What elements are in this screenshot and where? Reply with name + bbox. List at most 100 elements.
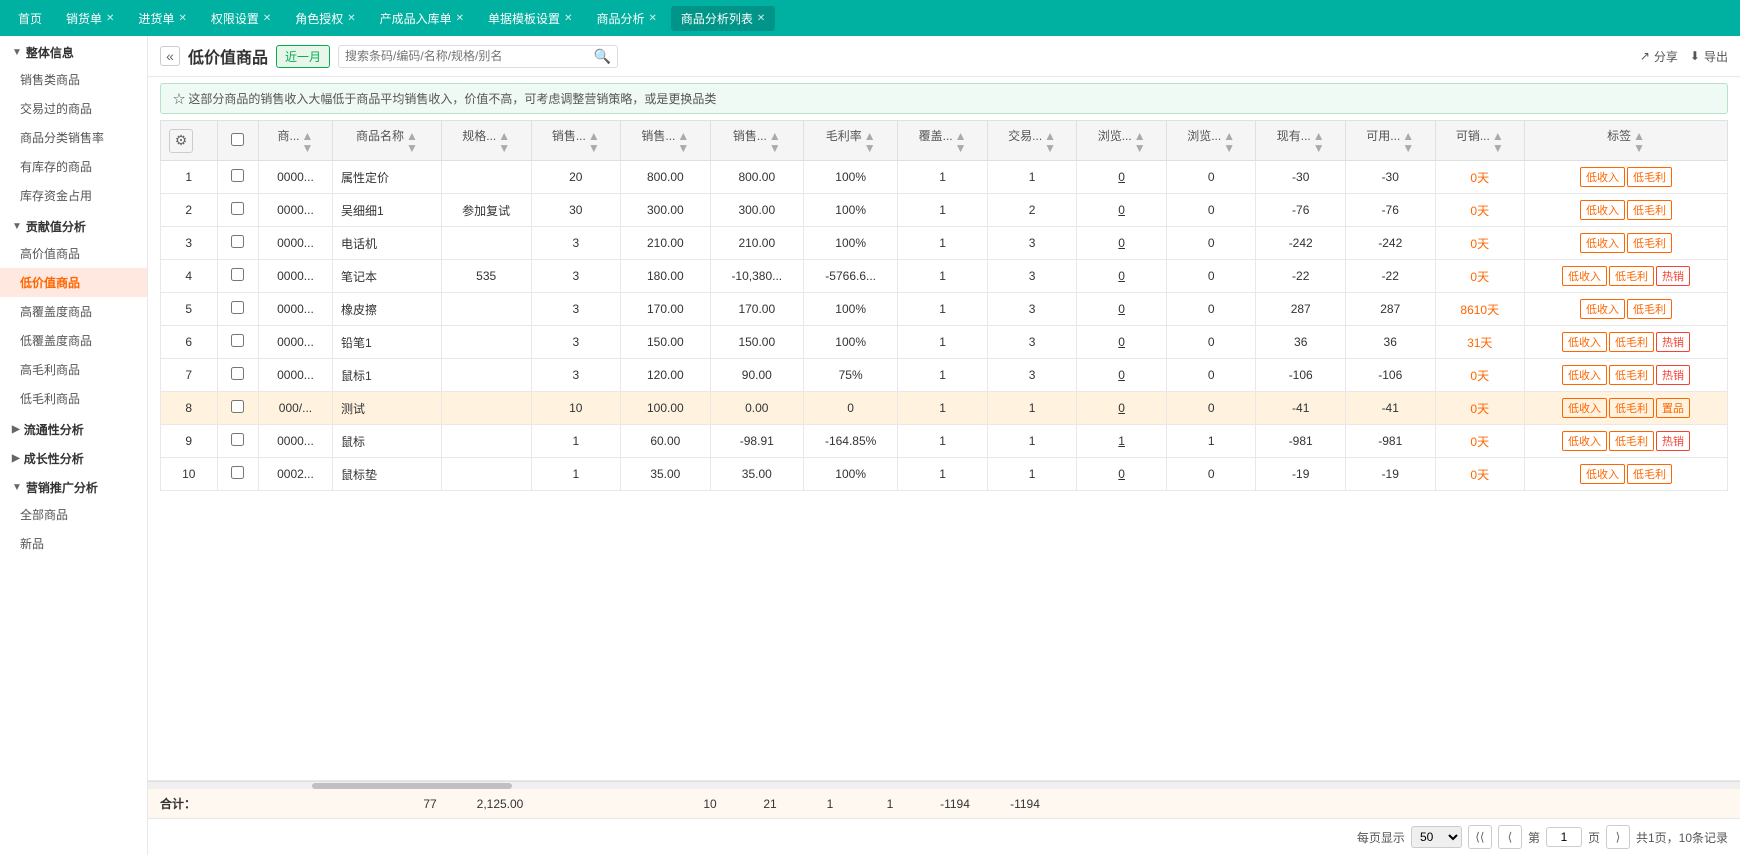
sidebar-item-high-value[interactable]: 高价值商品 — [0, 239, 147, 268]
col-sale-amount[interactable]: 销售...▲▼ — [710, 121, 803, 161]
row-view1[interactable]: 0 — [1077, 194, 1167, 227]
prev-page-button[interactable]: ⟨ — [1498, 825, 1522, 849]
col-transaction[interactable]: 交易...▲▼ — [987, 121, 1077, 161]
horizontal-scrollbar[interactable] — [148, 781, 1740, 789]
row-view1[interactable]: 0 — [1077, 359, 1167, 392]
row-checkbox-cell[interactable] — [217, 425, 258, 458]
row-view1[interactable]: 1 — [1077, 425, 1167, 458]
per-page-select[interactable]: 50 100 200 — [1411, 826, 1462, 848]
period-button[interactable]: 近一月 — [276, 45, 330, 68]
col-gross-margin[interactable]: 毛利率▲▼ — [803, 121, 897, 161]
nav-permission[interactable]: 权限设置 ✕ — [201, 6, 281, 31]
sidebar-item-sales-products[interactable]: 销售类商品 — [0, 65, 147, 94]
row-checkbox-cell[interactable] — [217, 458, 258, 491]
sidebar-item-category-sales-rate[interactable]: 商品分类销售率 — [0, 123, 147, 152]
scrollbar-thumb[interactable] — [312, 783, 512, 789]
col-sale-price[interactable]: 销售...▲▼ — [621, 121, 711, 161]
col-gear[interactable]: ⚙ — [161, 121, 218, 161]
col-view2[interactable]: 浏览...▲▼ — [1166, 121, 1256, 161]
share-button[interactable]: ↗ 分享 — [1640, 48, 1678, 65]
sidebar-group-growth[interactable]: ▶ 成长性分析 — [0, 442, 147, 471]
row-checkbox[interactable] — [231, 334, 244, 347]
sidebar-item-low-margin[interactable]: 低毛利商品 — [0, 384, 147, 413]
collapse-sidebar-button[interactable]: « — [160, 46, 180, 66]
col-tags[interactable]: 标签▲▼ — [1525, 121, 1728, 161]
close-icon[interactable]: ✕ — [106, 13, 114, 24]
row-checkbox[interactable] — [231, 202, 244, 215]
sidebar-item-high-margin[interactable]: 高毛利商品 — [0, 355, 147, 384]
nav-template-settings[interactable]: 单据模板设置 ✕ — [478, 6, 582, 31]
export-button[interactable]: ⬇ 导出 — [1690, 48, 1728, 65]
sidebar-item-stock-capital[interactable]: 库存资金占用 — [0, 181, 147, 210]
col-code[interactable]: 商...▲▼ — [258, 121, 332, 161]
next-page-button[interactable]: ⟩ — [1606, 825, 1630, 849]
nav-product-analysis[interactable]: 商品分析 ✕ — [586, 6, 666, 31]
row-view1[interactable]: 0 — [1077, 161, 1167, 194]
col-spec[interactable]: 规格...▲▼ — [441, 121, 531, 161]
row-checkbox-cell[interactable] — [217, 194, 258, 227]
row-checkbox[interactable] — [231, 400, 244, 413]
row-checkbox[interactable] — [231, 433, 244, 446]
close-icon[interactable]: ✕ — [757, 13, 765, 24]
close-icon[interactable]: ✕ — [648, 13, 656, 24]
search-input[interactable] — [345, 49, 590, 63]
row-checkbox[interactable] — [231, 367, 244, 380]
row-view1[interactable]: 0 — [1077, 392, 1167, 425]
row-tags: 低收入低毛利 — [1525, 227, 1728, 260]
col-view1[interactable]: 浏览...▲▼ — [1077, 121, 1167, 161]
col-saleable[interactable]: 可销...▲▼ — [1435, 121, 1525, 161]
row-view1[interactable]: 0 — [1077, 326, 1167, 359]
totals-row: 合计： 77 2,125.00 10 21 1 1 -1194 -1194 — [148, 789, 1740, 819]
nav-home[interactable]: 首页 — [8, 6, 52, 31]
close-icon[interactable]: ✕ — [263, 13, 271, 24]
row-checkbox-cell[interactable] — [217, 293, 258, 326]
nav-product-stock[interactable]: 产成品入库单 ✕ — [370, 6, 474, 31]
col-checkbox[interactable] — [217, 121, 258, 161]
row-checkbox-cell[interactable] — [217, 260, 258, 293]
sidebar-group-overview[interactable]: ▼ 整体信息 — [0, 36, 147, 65]
row-checkbox[interactable] — [231, 268, 244, 281]
row-checkbox-cell[interactable] — [217, 359, 258, 392]
row-view1[interactable]: 0 — [1077, 227, 1167, 260]
row-checkbox[interactable] — [231, 301, 244, 314]
total-available: -1194 — [990, 797, 1060, 811]
row-checkbox[interactable] — [231, 466, 244, 479]
sidebar-item-all-products[interactable]: 全部商品 — [0, 500, 147, 529]
col-current-stock[interactable]: 现有...▲▼ — [1256, 121, 1346, 161]
page-number-input[interactable] — [1546, 827, 1582, 847]
nav-purchase-order[interactable]: 进货单 ✕ — [128, 6, 196, 31]
row-checkbox-cell[interactable] — [217, 161, 258, 194]
row-view1[interactable]: 0 — [1077, 260, 1167, 293]
sidebar-item-low-value[interactable]: 低价值商品 — [0, 268, 147, 297]
nav-role-auth[interactable]: 角色授权 ✕ — [285, 6, 365, 31]
sidebar-item-low-coverage[interactable]: 低覆盖度商品 — [0, 326, 147, 355]
row-view1[interactable]: 0 — [1077, 293, 1167, 326]
col-available[interactable]: 可用...▲▼ — [1345, 121, 1435, 161]
nav-product-analysis-list[interactable]: 商品分析列表 ✕ — [671, 6, 775, 31]
col-sale-qty[interactable]: 销售...▲▼ — [531, 121, 621, 161]
close-icon[interactable]: ✕ — [564, 13, 572, 24]
close-icon[interactable]: ✕ — [456, 13, 464, 24]
close-icon[interactable]: ✕ — [347, 13, 355, 24]
search-icon[interactable]: 🔍 — [594, 48, 611, 65]
row-checkbox[interactable] — [231, 169, 244, 182]
col-coverage[interactable]: 覆盖...▲▼ — [898, 121, 988, 161]
nav-sales-order[interactable]: 销货单 ✕ — [56, 6, 124, 31]
sidebar-group-circulation[interactable]: ▶ 流通性分析 — [0, 413, 147, 442]
select-all-checkbox[interactable] — [231, 133, 244, 146]
first-page-button[interactable]: ⟨⟨ — [1468, 825, 1492, 849]
row-checkbox-cell[interactable] — [217, 392, 258, 425]
sidebar-item-stocked-products[interactable]: 有库存的商品 — [0, 152, 147, 181]
row-view1[interactable]: 0 — [1077, 458, 1167, 491]
sidebar-group-contribution[interactable]: ▼ 贡献值分析 — [0, 210, 147, 239]
sidebar-item-new-products[interactable]: 新品 — [0, 529, 147, 558]
sidebar-item-traded-products[interactable]: 交易过的商品 — [0, 94, 147, 123]
row-checkbox-cell[interactable] — [217, 227, 258, 260]
gear-icon[interactable]: ⚙ — [169, 129, 193, 153]
sidebar-item-high-coverage[interactable]: 高覆盖度商品 — [0, 297, 147, 326]
sidebar-group-marketing[interactable]: ▼ 营销推广分析 — [0, 471, 147, 500]
row-checkbox-cell[interactable] — [217, 326, 258, 359]
row-checkbox[interactable] — [231, 235, 244, 248]
col-name[interactable]: 商品名称▲▼ — [333, 121, 442, 161]
close-icon[interactable]: ✕ — [178, 13, 186, 24]
